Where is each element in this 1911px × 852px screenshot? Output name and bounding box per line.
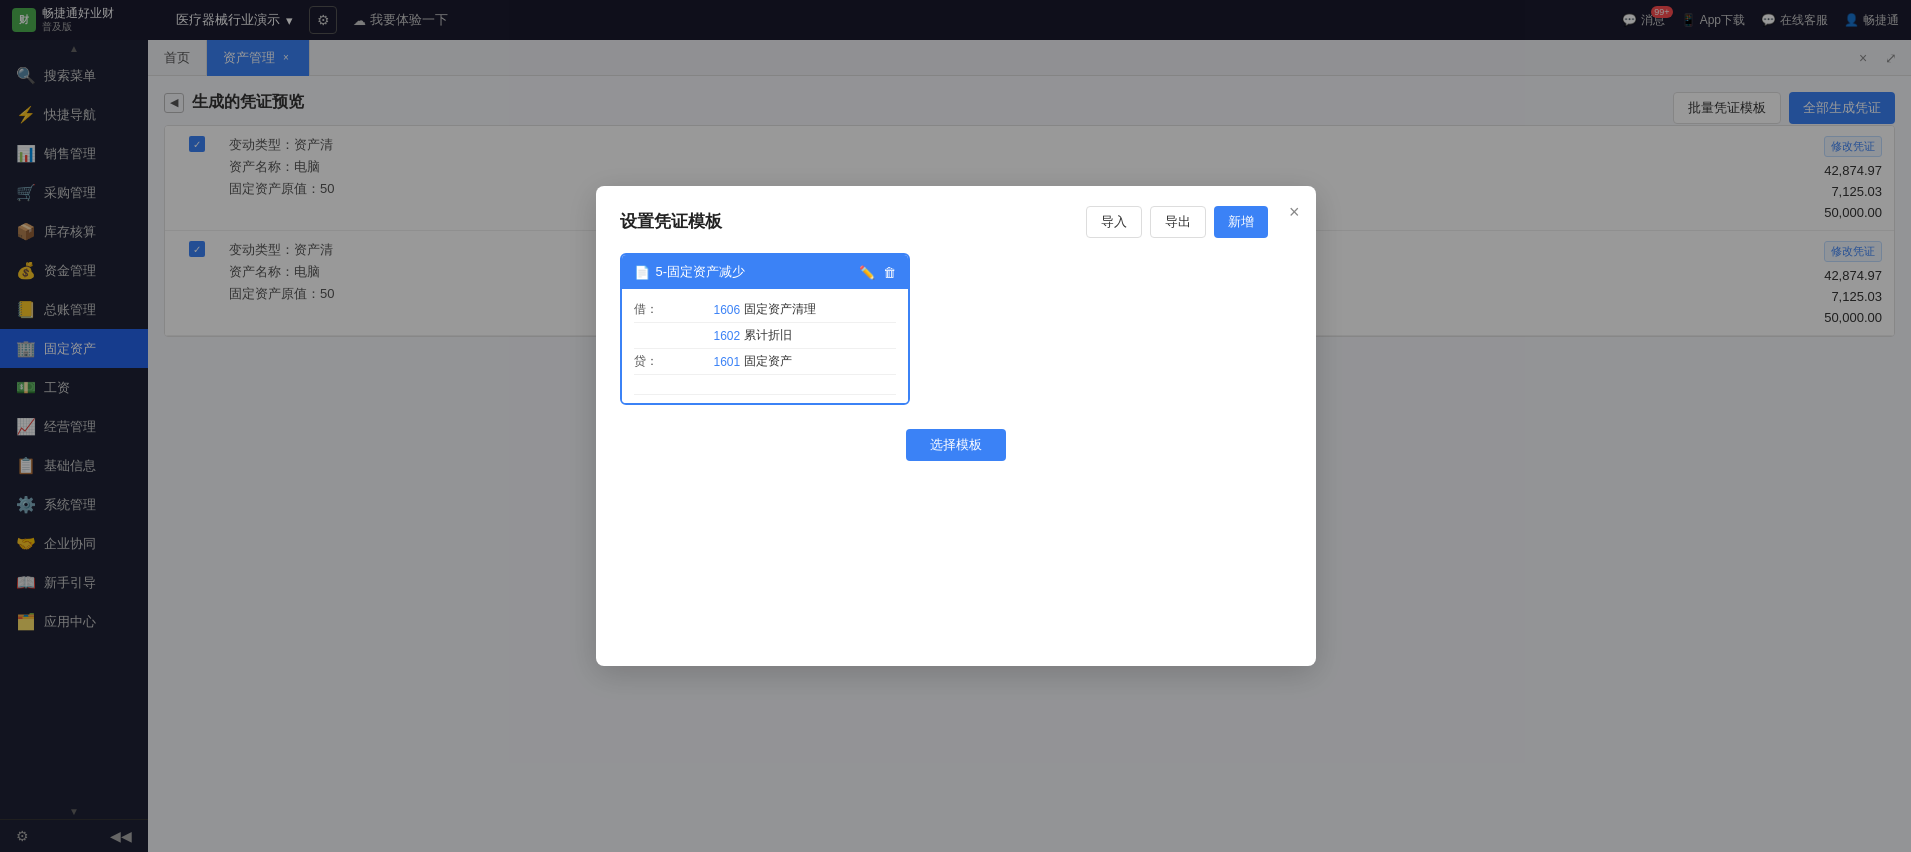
import-btn[interactable]: 导入 [1086,206,1142,238]
template-doc-icon: 📄 [634,265,650,280]
template-debit-line2: 1602 累计折旧 [634,323,896,349]
template-delete-icon[interactable]: 🗑 [883,265,896,280]
template-edit-icon[interactable]: ✏️ [859,265,875,280]
template-card-header: 📄 5-固定资产减少 ✏️ 🗑 [622,255,908,289]
modal-close-btn[interactable]: × [1289,202,1300,223]
template-card: 📄 5-固定资产减少 ✏️ 🗑 借： 1606 固定资产清理 1602 累计折 [620,253,910,405]
debit-name2: 累计折旧 [744,327,792,344]
template-card-header-actions: ✏️ 🗑 [859,265,896,280]
export-btn[interactable]: 导出 [1150,206,1206,238]
template-name: 5-固定资产减少 [656,263,746,281]
template-empty-row [634,375,896,395]
debit-label1: 借： [634,301,714,318]
debit-name1: 固定资产清理 [744,301,816,318]
modal-overlay: × 设置凭证模板 导入 导出 新增 📄 5-固定资产减少 ✏️ 🗑 [0,0,1911,852]
modal-set-template: × 设置凭证模板 导入 导出 新增 📄 5-固定资产减少 ✏️ 🗑 [596,186,1316,666]
credit-label1: 贷： [634,353,714,370]
modal-toolbar: 导入 导出 新增 [1086,206,1268,238]
credit-name1: 固定资产 [744,353,792,370]
new-template-btn[interactable]: 新增 [1214,206,1268,238]
credit-code1: 1601 [714,355,741,369]
template-card-header-left: 📄 5-固定资产减少 [634,263,746,281]
template-credit-line1: 贷： 1601 固定资产 [634,349,896,375]
select-template-wrapper: 选择模板 [620,421,1292,461]
select-template-btn[interactable]: 选择模板 [906,429,1006,461]
debit-code1: 1606 [714,303,741,317]
template-debit-line1: 借： 1606 固定资产清理 [634,297,896,323]
modal-title: 设置凭证模板 [620,210,722,233]
debit-code2: 1602 [714,329,741,343]
template-card-body: 借： 1606 固定资产清理 1602 累计折旧 贷： 1601 固定资产 [622,289,908,403]
